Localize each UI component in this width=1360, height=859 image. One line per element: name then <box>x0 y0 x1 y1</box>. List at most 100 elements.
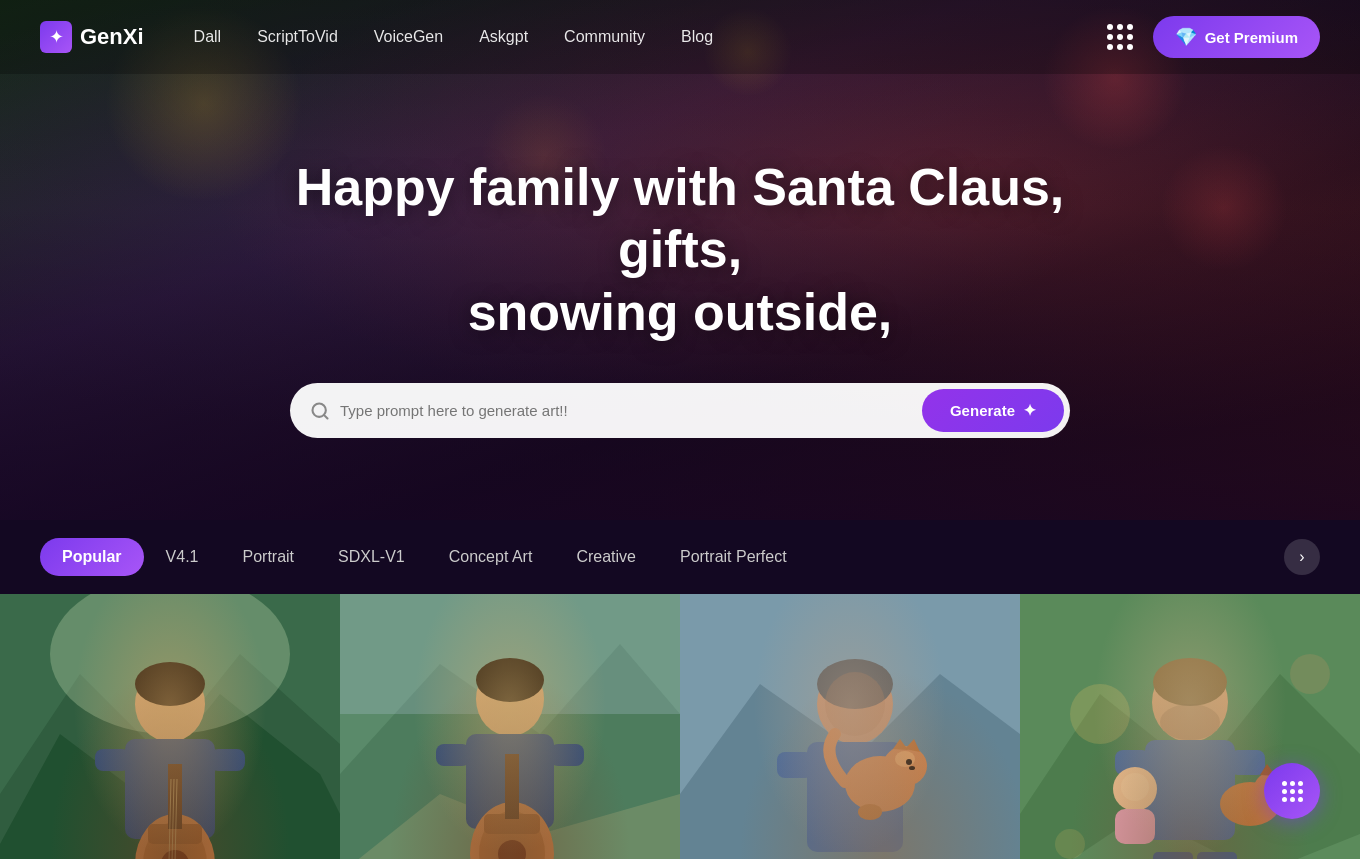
svg-point-7 <box>135 662 205 706</box>
navbar: ✦ GenXi Dall ScriptToVid VoiceGen Askgpt… <box>0 0 1360 74</box>
svg-marker-26 <box>340 794 680 859</box>
tab-creative[interactable]: Creative <box>554 538 658 576</box>
fab-menu-button[interactable] <box>1264 763 1320 819</box>
svg-marker-25 <box>340 644 680 859</box>
svg-rect-27 <box>340 594 680 714</box>
tab-portrait[interactable]: Portrait <box>220 538 316 576</box>
hero-title: Happy family with Santa Claus, gifts, sn… <box>290 156 1070 343</box>
svg-point-43 <box>817 664 893 744</box>
tab-popular[interactable]: Popular <box>40 538 144 576</box>
svg-point-67 <box>1153 658 1227 706</box>
svg-rect-24 <box>340 594 680 859</box>
svg-rect-46 <box>807 742 903 852</box>
svg-rect-14 <box>168 764 182 829</box>
image-4 <box>1020 594 1360 859</box>
nav-links: Dall ScriptToVid VoiceGen Askgpt Communi… <box>194 28 1107 46</box>
svg-marker-4 <box>0 694 340 859</box>
svg-rect-31 <box>436 744 470 766</box>
svg-point-63 <box>1070 684 1130 744</box>
tab-v41[interactable]: V4.1 <box>144 538 221 576</box>
svg-marker-42 <box>680 674 1020 859</box>
svg-point-44 <box>817 659 893 709</box>
hero-content: Happy family with Santa Claus, gifts, sn… <box>0 0 1360 520</box>
svg-point-65 <box>1055 829 1085 859</box>
svg-point-72 <box>1113 767 1157 811</box>
svg-point-34 <box>479 811 545 859</box>
svg-rect-10 <box>210 749 245 771</box>
image-2 <box>340 594 680 859</box>
svg-point-15 <box>161 850 189 859</box>
get-premium-button[interactable]: 💎 Get Premium <box>1153 16 1320 58</box>
sparkle-icon: ✦ <box>1023 401 1036 420</box>
svg-point-33 <box>470 802 554 859</box>
svg-point-74 <box>1121 773 1149 801</box>
generate-label: Generate <box>950 402 1015 419</box>
svg-rect-32 <box>550 744 584 766</box>
svg-rect-47 <box>777 752 813 778</box>
grid-item-2[interactable] <box>340 594 680 859</box>
svg-marker-62 <box>1020 814 1360 859</box>
grid-item-1[interactable] <box>0 594 340 859</box>
svg-point-66 <box>1152 662 1228 742</box>
premium-label: Get Premium <box>1205 29 1298 46</box>
svg-point-5 <box>50 594 290 734</box>
svg-rect-71 <box>1230 750 1265 775</box>
svg-point-49 <box>845 756 915 812</box>
nav-link-blog[interactable]: Blog <box>681 28 713 46</box>
svg-point-68 <box>1160 704 1220 740</box>
svg-line-1 <box>324 414 328 418</box>
svg-point-51 <box>895 751 915 767</box>
svg-rect-8 <box>125 739 215 839</box>
nav-link-voicegen[interactable]: VoiceGen <box>374 28 443 46</box>
generate-button[interactable]: Generate ✦ <box>922 389 1064 432</box>
search-bar: Generate ✦ <box>290 383 1070 438</box>
nav-link-community[interactable]: Community <box>564 28 645 46</box>
search-input[interactable] <box>340 402 912 419</box>
svg-rect-80 <box>1153 852 1193 859</box>
svg-point-29 <box>476 658 544 702</box>
svg-rect-13 <box>148 824 202 844</box>
image-1 <box>0 594 340 859</box>
svg-point-37 <box>498 840 526 859</box>
svg-marker-3 <box>0 654 340 859</box>
tabs-section: Popular V4.1 Portrait SDXL-V1 Concept Ar… <box>0 520 1360 594</box>
search-icon <box>310 401 330 421</box>
image-grid <box>0 594 1360 859</box>
svg-marker-61 <box>1020 674 1360 859</box>
grid-item-3[interactable] <box>680 594 1020 859</box>
nav-link-dall[interactable]: Dall <box>194 28 222 46</box>
svg-rect-36 <box>505 754 519 819</box>
fab-grid-icon <box>1282 781 1303 802</box>
svg-rect-70 <box>1115 750 1150 775</box>
logo[interactable]: ✦ GenXi <box>40 21 144 53</box>
svg-point-45 <box>825 672 885 736</box>
tab-concept-art[interactable]: Concept Art <box>427 538 555 576</box>
svg-rect-81 <box>1197 852 1237 859</box>
svg-point-28 <box>476 662 544 736</box>
image-3 <box>680 594 1020 859</box>
svg-line-18 <box>174 779 177 859</box>
svg-rect-69 <box>1145 740 1235 840</box>
svg-point-11 <box>135 814 215 859</box>
svg-point-12 <box>143 822 207 859</box>
nav-link-scripttovid[interactable]: ScriptToVid <box>257 28 338 46</box>
svg-point-55 <box>909 766 915 770</box>
tabs-next-arrow[interactable]: › <box>1284 539 1320 575</box>
apps-grid-icon[interactable] <box>1107 24 1133 50</box>
nav-link-askgpt[interactable]: Askgpt <box>479 28 528 46</box>
svg-rect-2 <box>0 594 340 859</box>
svg-line-17 <box>171 779 174 859</box>
svg-rect-41 <box>680 594 1020 859</box>
svg-rect-48 <box>887 752 923 778</box>
tab-portrait-perfect[interactable]: Portrait Perfect <box>658 538 809 576</box>
svg-rect-60 <box>1020 594 1360 859</box>
logo-icon: ✦ <box>40 21 72 53</box>
logo-text: GenXi <box>80 24 144 50</box>
grid-item-4[interactable] <box>1020 594 1360 859</box>
svg-point-54 <box>906 759 912 765</box>
tab-sdxl[interactable]: SDXL-V1 <box>316 538 427 576</box>
svg-line-16 <box>168 779 171 859</box>
svg-point-50 <box>883 746 927 786</box>
svg-marker-53 <box>905 739 920 752</box>
hero-section: Happy family with Santa Claus, gifts, sn… <box>0 0 1360 520</box>
